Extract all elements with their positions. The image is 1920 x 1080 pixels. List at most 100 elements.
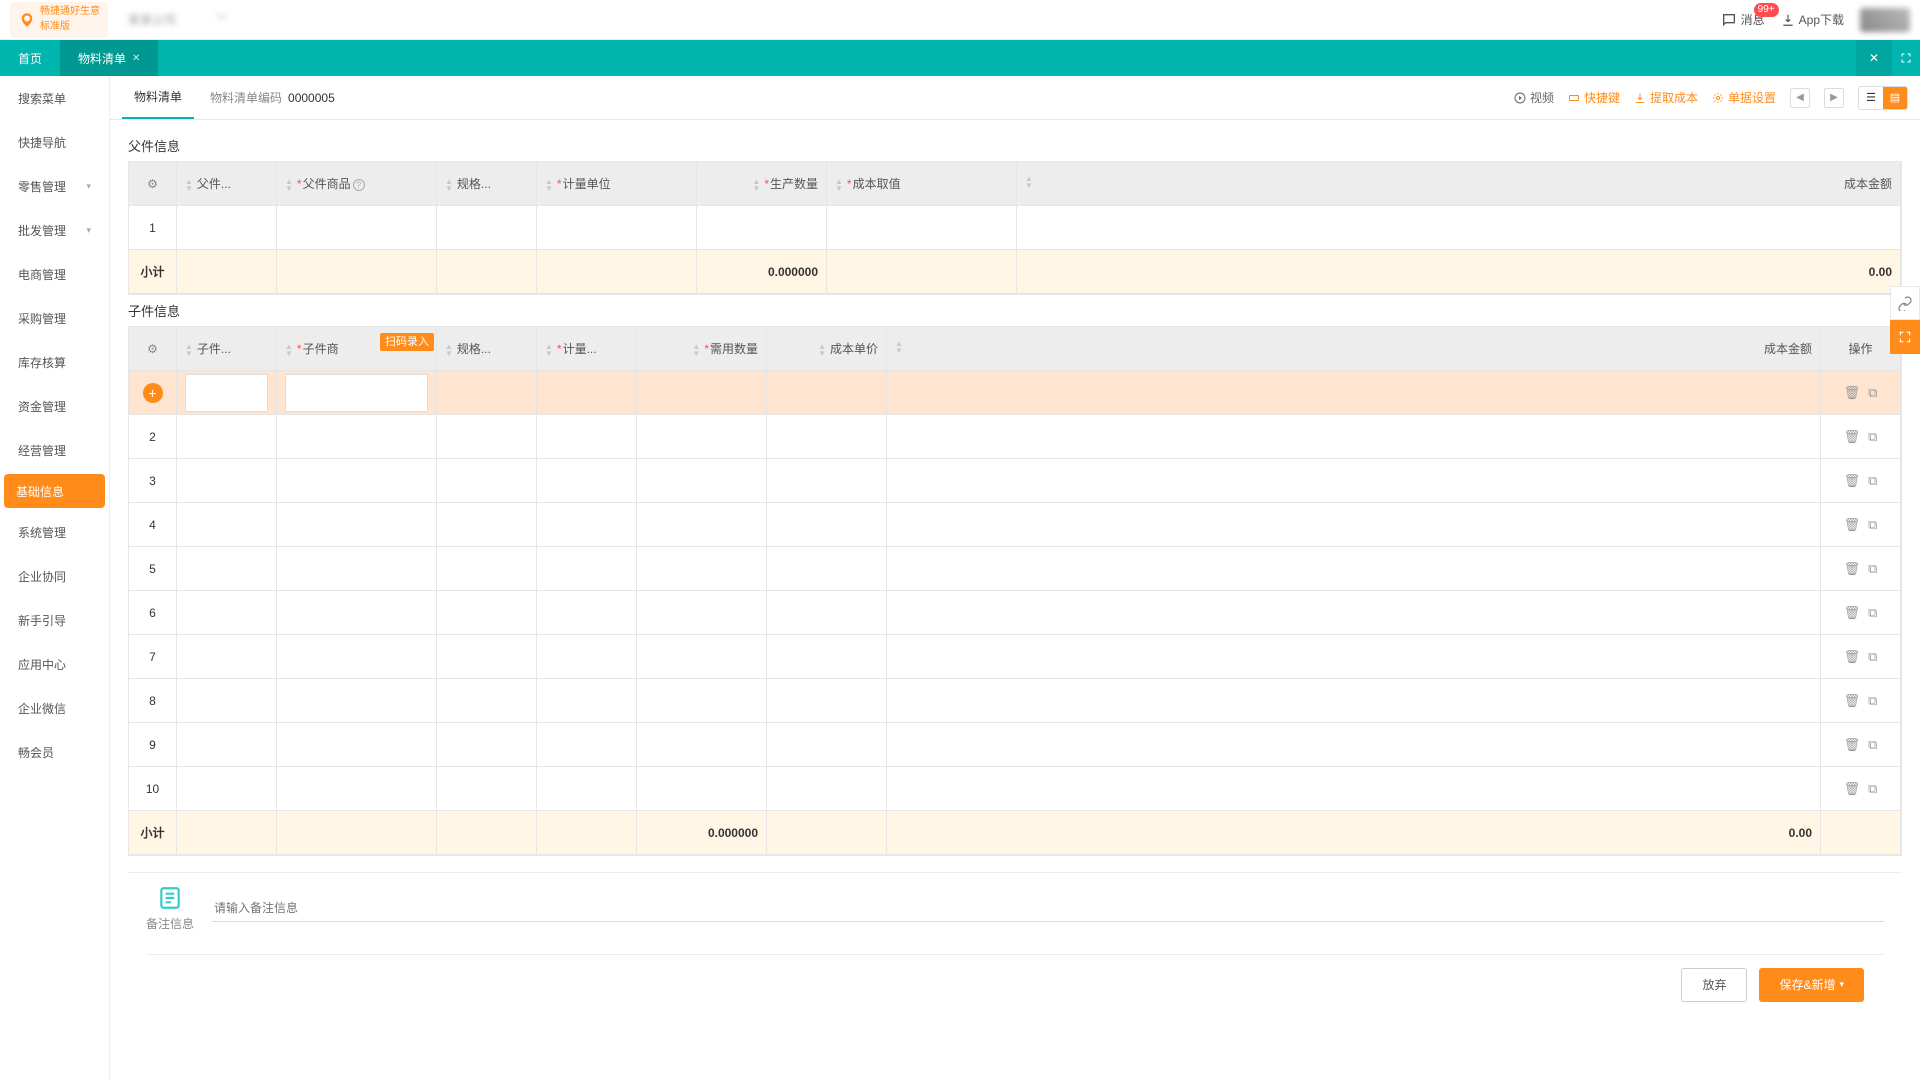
sidebar-item-12[interactable]: 新手引导 [0, 598, 109, 642]
row-copy[interactable]: ⧉ [1868, 561, 1877, 576]
row-copy[interactable]: ⧉ [1868, 517, 1877, 532]
row-copy[interactable]: ⧉ [1868, 385, 1877, 400]
row-delete[interactable]: 🗑 [1844, 517, 1861, 532]
gear-icon [1712, 92, 1724, 104]
col-cost-amount[interactable]: ▲▼成本金额 [1017, 162, 1901, 206]
row-copy[interactable]: ⧉ [1868, 605, 1877, 620]
float-expand[interactable] [1890, 320, 1920, 354]
gear-icon[interactable]: ⚙ [147, 177, 158, 191]
child-row[interactable]: 10🗑⧉ [129, 767, 1901, 811]
col-cost-src[interactable]: ▲▼*成本取值 [827, 162, 1017, 206]
app-download-button[interactable]: App下载 [1781, 11, 1844, 28]
child-row[interactable]: 9🗑⧉ [129, 723, 1901, 767]
child-code-input[interactable] [185, 374, 268, 412]
discard-button[interactable]: 放弃 [1681, 968, 1747, 1002]
child-row[interactable]: 8🗑⧉ [129, 679, 1901, 723]
extract-cost-link[interactable]: 提取成本 [1634, 89, 1698, 106]
close-icon[interactable]: ✕ [132, 53, 140, 64]
sidebar-item-11[interactable]: 企业协同 [0, 554, 109, 598]
child-section-title: 子件信息 [128, 301, 1902, 320]
info-icon[interactable]: ? [353, 179, 365, 191]
child-row[interactable]: 2🗑⧉ [129, 415, 1901, 459]
sidebar-item-8[interactable]: 经营管理 [0, 428, 109, 472]
col-parent[interactable]: ▲▼父件... [177, 162, 277, 206]
row-copy[interactable]: ⧉ [1868, 693, 1877, 708]
parent-row[interactable]: 1 [129, 206, 1901, 250]
doc-setting-link[interactable]: 单据设置 [1712, 89, 1776, 106]
row-delete[interactable]: 🗑 [1844, 605, 1861, 620]
sidebar-item-1[interactable]: 快捷导航 [0, 120, 109, 164]
row-delete[interactable]: 🗑 [1844, 649, 1861, 664]
expand-icon [1898, 330, 1912, 344]
row-copy[interactable]: ⧉ [1868, 781, 1877, 796]
gear-icon[interactable]: ⚙ [147, 342, 158, 356]
save-add-button[interactable]: 保存&新增▾ [1759, 968, 1864, 1002]
shortcut-link[interactable]: 快捷键 [1568, 89, 1620, 106]
row-copy[interactable]: ⧉ [1868, 737, 1877, 752]
sidebar-item-6[interactable]: 库存核算 [0, 340, 109, 384]
row-delete[interactable]: 🗑 [1844, 561, 1861, 576]
float-edit[interactable] [1890, 286, 1920, 320]
tab-close-all[interactable]: ✕ [1856, 40, 1892, 76]
sidebar-item-2[interactable]: 零售管理▾ [0, 164, 109, 208]
row-copy[interactable]: ⧉ [1868, 473, 1877, 488]
scan-input-badge[interactable]: 扫码录入 [380, 333, 434, 351]
col-child-spec[interactable]: ▲▼规格... [437, 327, 537, 371]
col-qty[interactable]: ▲▼*生产数量 [697, 162, 827, 206]
next-arrow[interactable]: ▶ [1824, 88, 1844, 108]
sidebar-item-5[interactable]: 采购管理 [0, 296, 109, 340]
sidebar-item-0[interactable]: 搜索菜单 [0, 76, 109, 120]
col-child-qty[interactable]: ▲▼*需用数量 [637, 327, 767, 371]
subtab-bom[interactable]: 物料清单 [122, 76, 194, 119]
row-copy[interactable]: ⧉ [1868, 429, 1877, 444]
sidebar-item-9[interactable]: 基础信息 [4, 474, 105, 508]
sidebar-item-13[interactable]: 应用中心 [0, 642, 109, 686]
col-spec[interactable]: ▲▼规格... [437, 162, 537, 206]
top-header: 畅捷通好生意 标准版 某某公司 ﹀ 消息 99+ App下载 [0, 0, 1920, 40]
sidebar-item-4[interactable]: 电商管理 [0, 252, 109, 296]
brand-edition: 标准版 [40, 17, 100, 32]
row-copy[interactable]: ⧉ [1868, 649, 1877, 664]
child-row[interactable]: 6🗑⧉ [129, 591, 1901, 635]
col-child-item[interactable]: ▲▼*子件商扫码录入 [277, 327, 437, 371]
org-selector[interactable]: 某某公司 ﹀ [128, 11, 228, 28]
col-child-amount[interactable]: ▲▼成本金额 [887, 327, 1821, 371]
messages-button[interactable]: 消息 99+ [1721, 11, 1765, 28]
prev-arrow[interactable]: ◀ [1790, 88, 1810, 108]
col-unit-cost[interactable]: ▲▼成本单价 [767, 327, 887, 371]
play-icon [1514, 92, 1526, 104]
view-form[interactable]: ▤ [1883, 87, 1907, 109]
row-delete[interactable]: 🗑 [1844, 693, 1861, 708]
col-parent-item[interactable]: ▲▼*父件商品? [277, 162, 437, 206]
row-delete[interactable]: 🗑 [1844, 473, 1861, 488]
tab-home[interactable]: 首页 [0, 40, 60, 76]
col-child[interactable]: ▲▼子件... [177, 327, 277, 371]
row-delete[interactable]: 🗑 [1844, 737, 1861, 752]
sidebar-item-3[interactable]: 批发管理▾ [0, 208, 109, 252]
col-unit[interactable]: ▲▼*计量单位 [537, 162, 697, 206]
sub-header: 物料清单 物料清单编码 0000005 视频 快捷键 提取成本 [110, 76, 1920, 120]
child-row[interactable]: 5🗑⧉ [129, 547, 1901, 591]
sidebar-item-15[interactable]: 畅会员 [0, 730, 109, 774]
child-table: ⚙ ▲▼子件... ▲▼*子件商扫码录入 ▲▼规格... ▲▼*计量... ▲▼… [128, 326, 1902, 856]
col-child-unit[interactable]: ▲▼*计量... [537, 327, 637, 371]
row-delete[interactable]: 🗑 [1844, 781, 1861, 796]
view-list[interactable]: ☰ [1859, 87, 1883, 109]
child-row[interactable]: 3🗑⧉ [129, 459, 1901, 503]
video-link[interactable]: 视频 [1514, 89, 1554, 106]
remark-input[interactable] [212, 895, 1884, 922]
add-row-button[interactable]: + [143, 383, 163, 403]
fullscreen-icon[interactable] [1892, 40, 1920, 76]
child-row[interactable]: 4🗑⧉ [129, 503, 1901, 547]
row-delete[interactable]: 🗑 [1844, 385, 1861, 400]
sidebar-item-7[interactable]: 资金管理 [0, 384, 109, 428]
main: 物料清单 物料清单编码 0000005 视频 快捷键 提取成本 [110, 76, 1920, 1080]
child-item-input[interactable] [285, 374, 428, 412]
avatar[interactable] [1860, 8, 1910, 32]
child-row[interactable]: 7🗑⧉ [129, 635, 1901, 679]
sidebar-item-14[interactable]: 企业微信 [0, 686, 109, 730]
sidebar-item-10[interactable]: 系统管理 [0, 510, 109, 554]
row-delete[interactable]: 🗑 [1844, 429, 1861, 444]
tab-bom[interactable]: 物料清单 ✕ [60, 40, 158, 76]
download-icon [1781, 13, 1795, 27]
